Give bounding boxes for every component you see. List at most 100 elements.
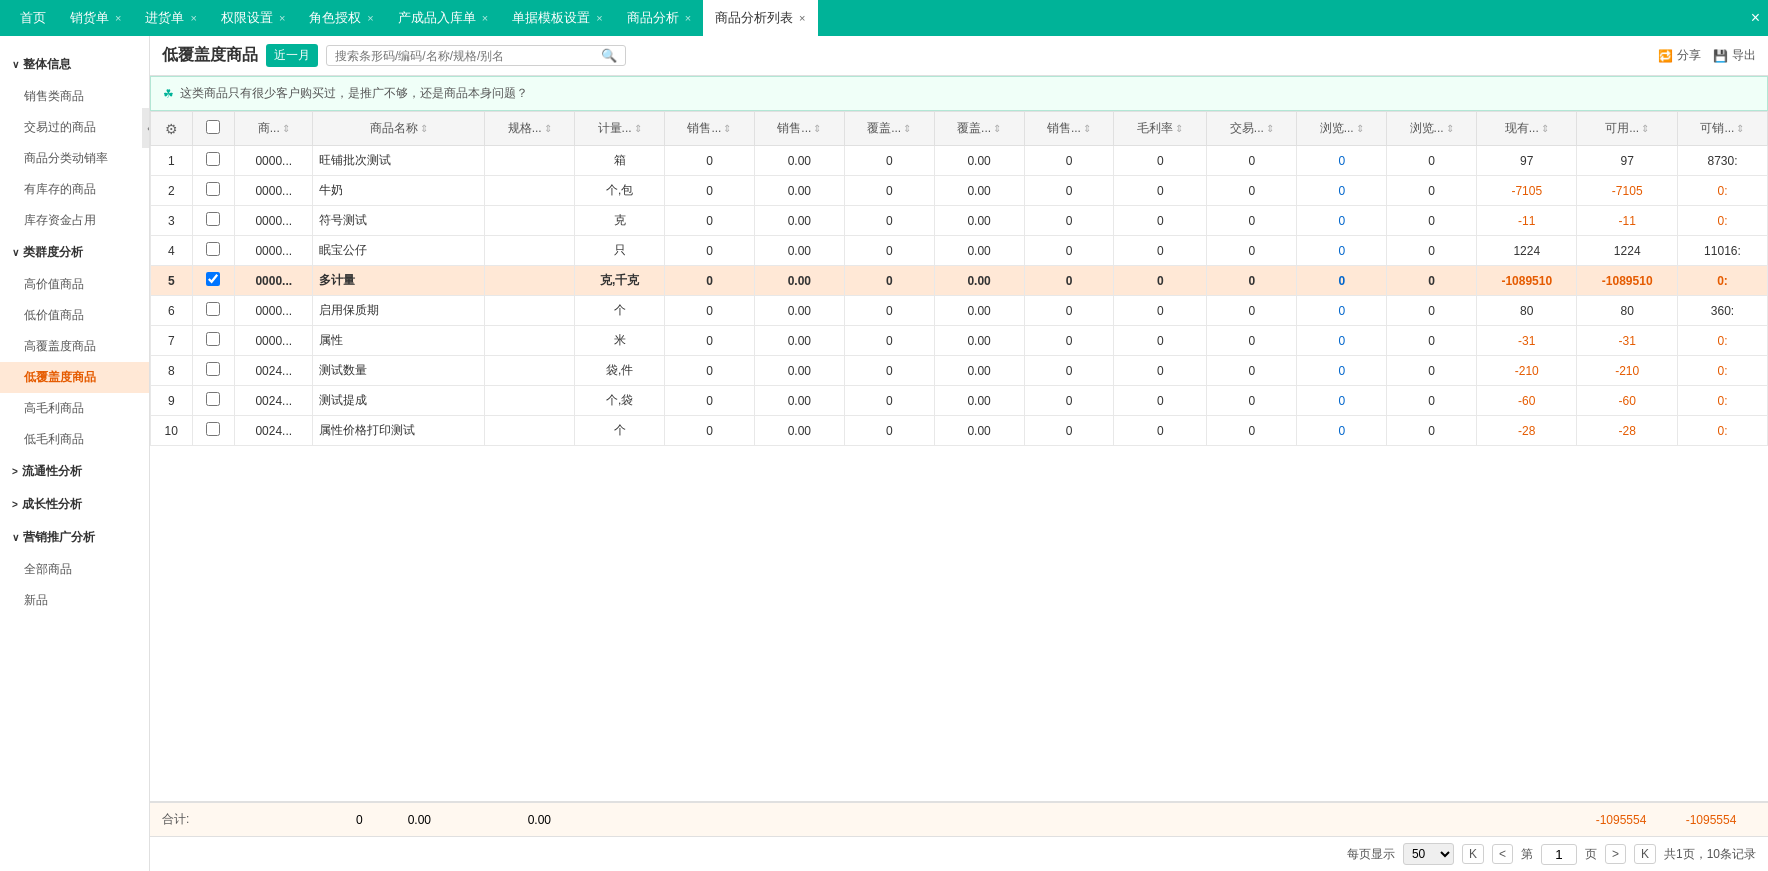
cell-browse1[interactable]: 0 [1297,146,1387,176]
search-input[interactable] [335,49,601,63]
col-browse1[interactable]: 浏览...⇕ [1297,112,1387,146]
col-spec[interactable]: 规格...⇕ [485,112,575,146]
cell-checkbox[interactable] [192,206,235,236]
nav-close-purchase[interactable]: × [190,12,196,24]
sidebar-item-high-coverage[interactable]: 高覆盖度商品 [0,331,149,362]
cell-browse1[interactable]: 0 [1297,176,1387,206]
col-sales-qty[interactable]: 销售...⇕ [665,112,755,146]
nav-item-home[interactable]: 首页 [8,0,58,36]
row-checkbox[interactable] [206,422,220,436]
nav-item-analysis[interactable]: 商品分析 × [615,0,703,36]
col-cov2[interactable]: 覆盖...⇕ [934,112,1024,146]
sidebar-item-low-margin[interactable]: 低毛利商品 [0,424,149,455]
nav-close-analysis[interactable]: × [685,12,691,24]
nav-close-template[interactable]: × [596,12,602,24]
cell-checkbox[interactable] [192,386,235,416]
col-sales3[interactable]: 销售...⇕ [1024,112,1114,146]
sidebar-item-traded-goods[interactable]: 交易过的商品 [0,112,149,143]
cell-browse1[interactable]: 0 [1297,206,1387,236]
cell-browse1[interactable]: 0 [1297,356,1387,386]
row-checkbox[interactable] [206,182,220,196]
nav-item-template[interactable]: 单据模板设置 × [500,0,614,36]
page-number-input[interactable] [1541,844,1577,865]
col-saleable[interactable]: 可销...⇕ [1677,112,1767,146]
row-checkbox[interactable] [206,362,220,376]
sidebar-item-high-margin[interactable]: 高毛利商品 [0,393,149,424]
nav-close-role[interactable]: × [367,12,373,24]
sidebar-item-category-rate[interactable]: 商品分类动销率 [0,143,149,174]
share-button[interactable]: 🔁 分享 [1658,47,1701,64]
cell-checkbox[interactable] [192,416,235,446]
cell-cov2: 0.00 [934,296,1024,326]
prev-page-button[interactable]: < [1492,844,1513,864]
sidebar-section-header-growth[interactable]: > 成长性分析 [0,488,149,521]
sidebar-item-high-value[interactable]: 高价值商品 [0,269,149,300]
nav-item-purchase[interactable]: 进货单 × [133,0,208,36]
cell-checkbox[interactable] [192,266,235,296]
cell-checkbox[interactable] [192,236,235,266]
row-checkbox[interactable] [206,272,220,286]
first-page-button[interactable]: K [1462,844,1484,864]
nav-close-sales[interactable]: × [115,12,121,24]
col-name[interactable]: 商品名称⇕ [313,112,485,146]
cell-checkbox[interactable] [192,326,235,356]
sidebar-item-stocked-goods[interactable]: 有库存的商品 [0,174,149,205]
cell-sales3: 0 [1024,356,1114,386]
row-checkbox[interactable] [206,332,220,346]
nav-close-permission[interactable]: × [279,12,285,24]
col-code[interactable]: 商...⇕ [235,112,313,146]
cell-browse1[interactable]: 0 [1297,416,1387,446]
nav-item-analysis-list[interactable]: 商品分析列表 × [703,0,817,36]
row-checkbox[interactable] [206,302,220,316]
row-checkbox[interactable] [206,242,220,256]
col-cov1[interactable]: 覆盖...⇕ [844,112,934,146]
nav-close-product[interactable]: × [482,12,488,24]
sidebar-item-inventory-capital[interactable]: 库存资金占用 [0,205,149,236]
settings-icon[interactable]: ⚙ [165,121,178,137]
next-page-button[interactable]: > [1605,844,1626,864]
last-page-button[interactable]: K [1634,844,1656,864]
cell-browse1[interactable]: 0 [1297,386,1387,416]
col-unit[interactable]: 计量...⇕ [575,112,665,146]
cell-unit: 袋,件 [575,356,665,386]
export-button[interactable]: 💾 导出 [1713,47,1756,64]
date-filter-button[interactable]: 近一月 [266,44,318,67]
cell-browse1[interactable]: 0 [1297,296,1387,326]
col-current[interactable]: 现有...⇕ [1477,112,1577,146]
cell-checkbox[interactable] [192,146,235,176]
col-browse2[interactable]: 浏览...⇕ [1387,112,1477,146]
sidebar-collapse-button[interactable]: « [142,108,150,148]
col-gross[interactable]: 毛利率⇕ [1114,112,1207,146]
sidebar-section-header-overall[interactable]: ∨ 整体信息 [0,48,149,81]
sidebar-item-new-goods[interactable]: 新品 [0,585,149,616]
sidebar-section-header-marketing[interactable]: ∨ 营销推广分析 [0,521,149,554]
col-trade[interactable]: 交易...⇕ [1207,112,1297,146]
sidebar-item-low-value[interactable]: 低价值商品 [0,300,149,331]
cell-checkbox[interactable] [192,356,235,386]
close-all-button[interactable]: × [1751,9,1760,27]
sidebar-section-header-cluster[interactable]: ∨ 类群度分析 [0,236,149,269]
row-checkbox[interactable] [206,152,220,166]
nav-item-role[interactable]: 角色授权 × [297,0,385,36]
nav-close-analysis-list[interactable]: × [799,12,805,24]
sidebar-section-header-liquidity[interactable]: > 流通性分析 [0,455,149,488]
cell-checkbox[interactable] [192,296,235,326]
nav-item-permission[interactable]: 权限设置 × [209,0,297,36]
col-sales-amt[interactable]: 销售...⇕ [754,112,844,146]
row-checkbox[interactable] [206,392,220,406]
row-checkbox[interactable] [206,212,220,226]
cell-checkbox[interactable] [192,176,235,206]
col-available[interactable]: 可用...⇕ [1577,112,1677,146]
cell-browse1[interactable]: 0 [1297,266,1387,296]
nav-item-product[interactable]: 产成品入库单 × [386,0,500,36]
nav-item-sales[interactable]: 销货单 × [58,0,133,36]
cell-browse1[interactable]: 0 [1297,326,1387,356]
sidebar-item-sales-goods[interactable]: 销售类商品 [0,81,149,112]
table-container[interactable]: ⚙ 商...⇕ 商品名称⇕ 规格...⇕ 计量...⇕ 销售...⇕ 销售...… [150,111,1768,801]
sidebar-item-all-goods[interactable]: 全部商品 [0,554,149,585]
cell-browse1[interactable]: 0 [1297,236,1387,266]
page-size-select[interactable]: 50 100 200 [1403,843,1454,865]
select-all-checkbox[interactable] [206,120,220,134]
col-settings[interactable]: ⚙ [151,112,193,146]
sidebar-item-low-coverage[interactable]: 低覆盖度商品 [0,362,149,393]
